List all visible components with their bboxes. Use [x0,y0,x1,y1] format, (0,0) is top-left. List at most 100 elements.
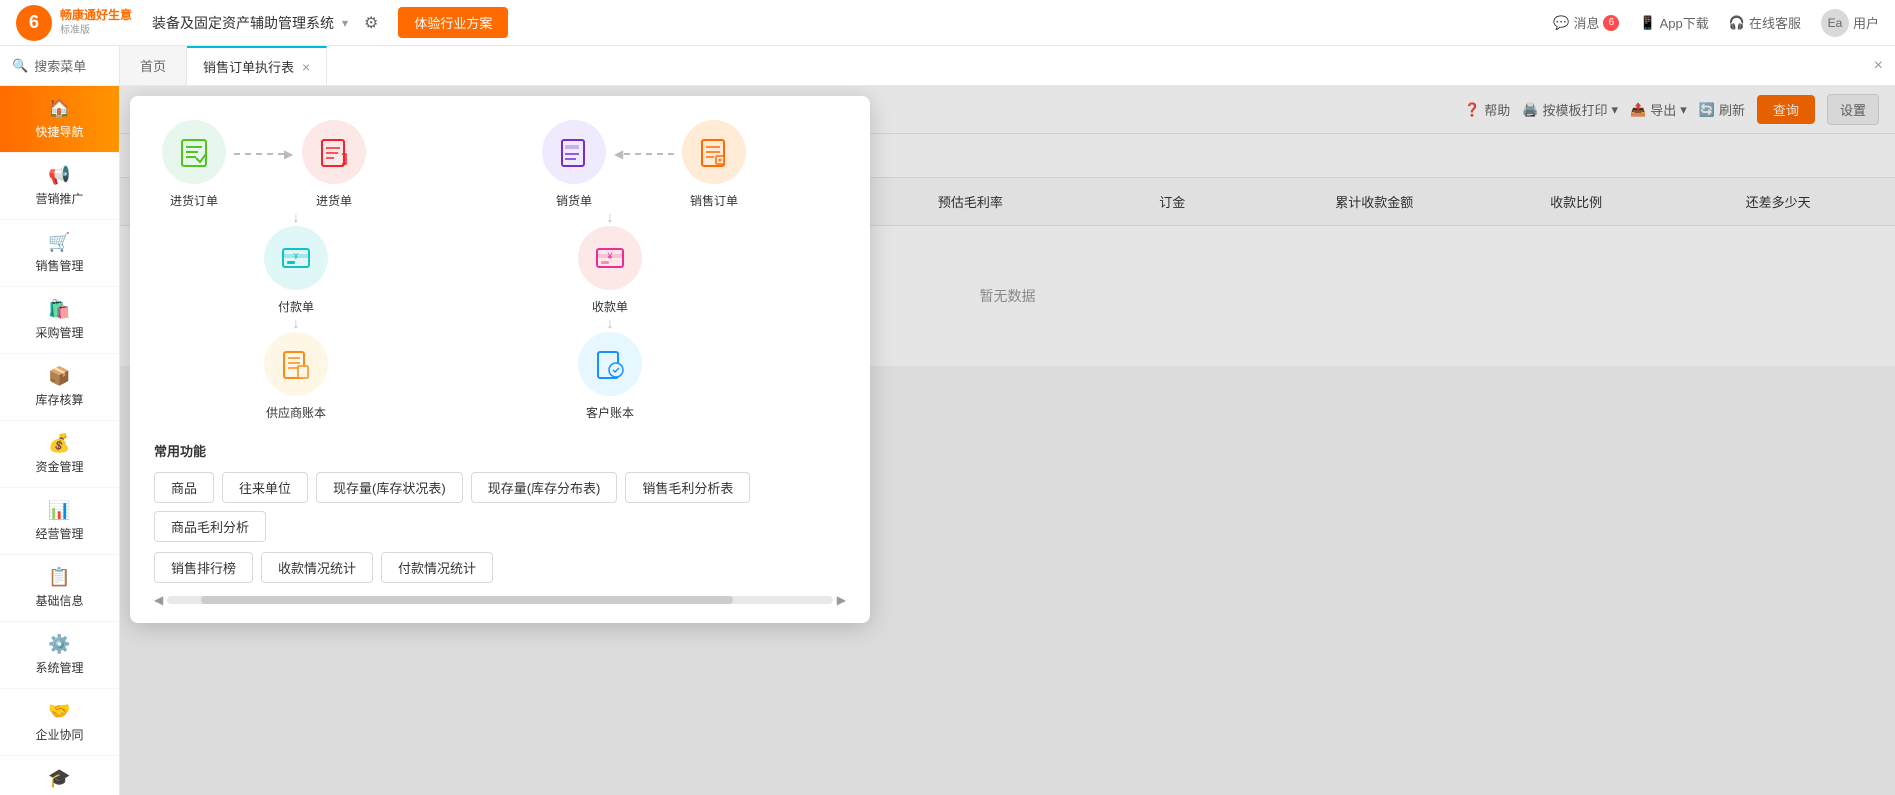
dropdown-arrow-icon[interactable]: ▾ [342,16,348,30]
sidebar-item-purchase[interactable]: 🛍️ 采购管理 [0,287,119,354]
common-btn-stock-status[interactable]: 现存量(库存状况表) [316,472,463,503]
sidebar: 🔍 搜索菜单 🏠 快捷导航 📢 营销推广 🛒 销售管理 🛍️ 采购管理 📦 库存… [0,46,120,795]
tab-active-label: 销售订单执行表 [203,57,294,76]
window-close-icon[interactable]: × [1874,57,1883,75]
flow-purchase-order[interactable]: 进货订单 [162,120,226,209]
message-icon: 💬 [1553,15,1569,31]
popup-scrollbar-area: ◀ ▶ [154,593,846,607]
flow-row-2: ¥ 付款单 [256,226,336,315]
handshake-icon: 🤝 [48,701,70,722]
header-right: 💬 消息 6 📱 App下载 🎧 在线客服 Ea 用户 [1553,9,1879,37]
app-download-item[interactable]: 📱 App下载 [1639,13,1708,32]
common-btn-sales-rank[interactable]: 销售排行榜 [154,552,253,583]
sidebar-label-enterprise: 企业协同 [35,726,83,743]
popup-overlay: 进货订单 ▶ 进货单 [120,86,1895,795]
purchase-order-circle [162,120,226,184]
tab-home-label: 首页 [140,56,166,75]
sales-order-circle [682,120,746,184]
sales-bill-circle [542,120,606,184]
flow-supplier-account[interactable]: 供应商账本 [264,332,328,421]
customer-account-circle [578,332,642,396]
content-area: 首页 销售订单执行表 × × ❓ 帮助 🖨️ 按模板打印 ▾ [120,46,1895,795]
flow-payment-bill[interactable]: ¥ 付款单 [264,226,328,315]
common-btn-product-profit[interactable]: 商品毛利分析 [154,511,266,542]
sidebar-item-quick-nav[interactable]: 🏠 快捷导航 [0,86,119,153]
search-menu[interactable]: 🔍 搜索菜单 [0,46,119,86]
graduate-icon: 🎓 [48,768,70,789]
search-icon: 🔍 [12,58,28,74]
megaphone-icon: 📢 [48,165,70,186]
arrow-h-1 [234,153,284,155]
common-btn-payment-stats[interactable]: 付款情况统计 [381,552,493,583]
common-btn-product[interactable]: 商品 [154,472,214,503]
arrow-v-2: ↓ [293,315,300,332]
sidebar-item-marketing[interactable]: 📢 营销推广 [0,153,119,220]
common-btn-stock-distribution[interactable]: 现存量(库存分布表) [471,472,618,503]
flow-row-r3: 客户账本 [570,332,650,421]
sidebar-item-sales[interactable]: 🛒 销售管理 [0,220,119,287]
gear-icon: ⚙️ [48,634,70,655]
receipt-bill-label: 收款单 [592,298,628,315]
trial-button[interactable]: 体验行业方案 [398,7,508,38]
sales-order-label: 销售订单 [690,192,738,209]
arrow-v-r1: ↓ [607,209,614,226]
common-buttons-row1: 商品 往来单位 现存量(库存状况表) 现存量(库存分布表) 销售毛利分析表 商品… [154,472,846,542]
common-functions-title: 常用功能 [154,441,846,460]
customer-account-label: 客户账本 [586,404,634,421]
left-flow-group: 进货订单 ▶ 进货单 [154,120,374,421]
flow-row-3: 供应商账本 [256,332,336,421]
message-label: 消息 [1573,13,1599,32]
headset-icon: 🎧 [1729,15,1745,31]
payment-bill-label: 付款单 [278,298,314,315]
sidebar-item-inventory[interactable]: 📦 库存核算 [0,354,119,421]
settings-icon[interactable]: ⚙ [364,13,378,33]
message-item[interactable]: 💬 消息 6 [1553,13,1619,32]
common-buttons-row2: 销售排行榜 收款情况统计 付款情况统计 [154,552,846,583]
user-item[interactable]: Ea 用户 [1821,9,1879,37]
flow-chart: 进货订单 ▶ 进货单 [154,120,846,421]
common-btn-partner[interactable]: 往来单位 [222,472,308,503]
tab-sales-order[interactable]: 销售订单执行表 × [187,46,327,85]
flow-customer-account[interactable]: 客户账本 [578,332,642,421]
sidebar-item-newbie[interactable]: 🎓 新手引导 [0,756,119,795]
cart-icon: 🛒 [48,232,70,253]
arrow-v-r2: ↓ [607,315,614,332]
sidebar-label-marketing: 营销推广 [35,190,83,207]
online-service-item[interactable]: 🎧 在线客服 [1729,13,1801,32]
sidebar-item-system[interactable]: ⚙️ 系统管理 [0,622,119,689]
logo-area: 6 畅康通好生意 标准版 [16,5,136,41]
money-icon: 💰 [48,433,70,454]
flow-row-1: 进货订单 ▶ 进货单 [154,120,374,209]
search-menu-label: 搜索菜单 [34,56,86,75]
common-btn-sales-analysis[interactable]: 销售毛利分析表 [625,472,750,503]
sidebar-label-sales: 销售管理 [35,257,83,274]
tab-close-icon[interactable]: × [302,59,310,75]
message-badge: 6 [1603,15,1619,31]
tab-bar: 首页 销售订单执行表 × × [120,46,1895,86]
tab-home[interactable]: 首页 [120,46,187,85]
top-header: 6 畅康通好生意 标准版 装备及固定资产辅助管理系统 ▾ ⚙ 体验行业方案 💬 … [0,0,1895,46]
scroll-right-icon[interactable]: ▶ [837,593,846,607]
popup-scrollbar [167,596,833,604]
flow-receipt-bill[interactable]: ¥ 收款单 [578,226,642,315]
online-service-label: 在线客服 [1749,13,1801,32]
supplier-account-circle [264,332,328,396]
sidebar-label-purchase: 采购管理 [35,324,83,341]
receipt-bill-circle: ¥ [578,226,642,290]
sidebar-item-basics[interactable]: 📋 基础信息 [0,555,119,622]
sidebar-label-basics: 基础信息 [35,592,83,609]
common-btn-receipt-stats[interactable]: 收款情况统计 [261,552,373,583]
purchase-bill-label: 进货单 [316,192,352,209]
flow-sales-order[interactable]: 销售订单 [682,120,746,209]
system-title: 装备及固定资产辅助管理系统 [152,13,334,33]
sidebar-label-system: 系统管理 [35,659,83,676]
bag-icon: 🛍️ [48,299,70,320]
sidebar-item-finance[interactable]: 💰 资金管理 [0,421,119,488]
user-label: 用户 [1853,13,1879,32]
flow-purchase-bill[interactable]: 进货单 [302,120,366,209]
flow-sales-bill[interactable]: 销货单 [542,120,606,209]
sidebar-item-enterprise[interactable]: 🤝 企业协同 [0,689,119,756]
sidebar-item-operations[interactable]: 📊 经营管理 [0,488,119,555]
scroll-left-icon[interactable]: ◀ [154,593,163,607]
common-functions-section: 常用功能 商品 往来单位 现存量(库存状况表) 现存量(库存分布表) 销售毛利分… [154,441,846,583]
